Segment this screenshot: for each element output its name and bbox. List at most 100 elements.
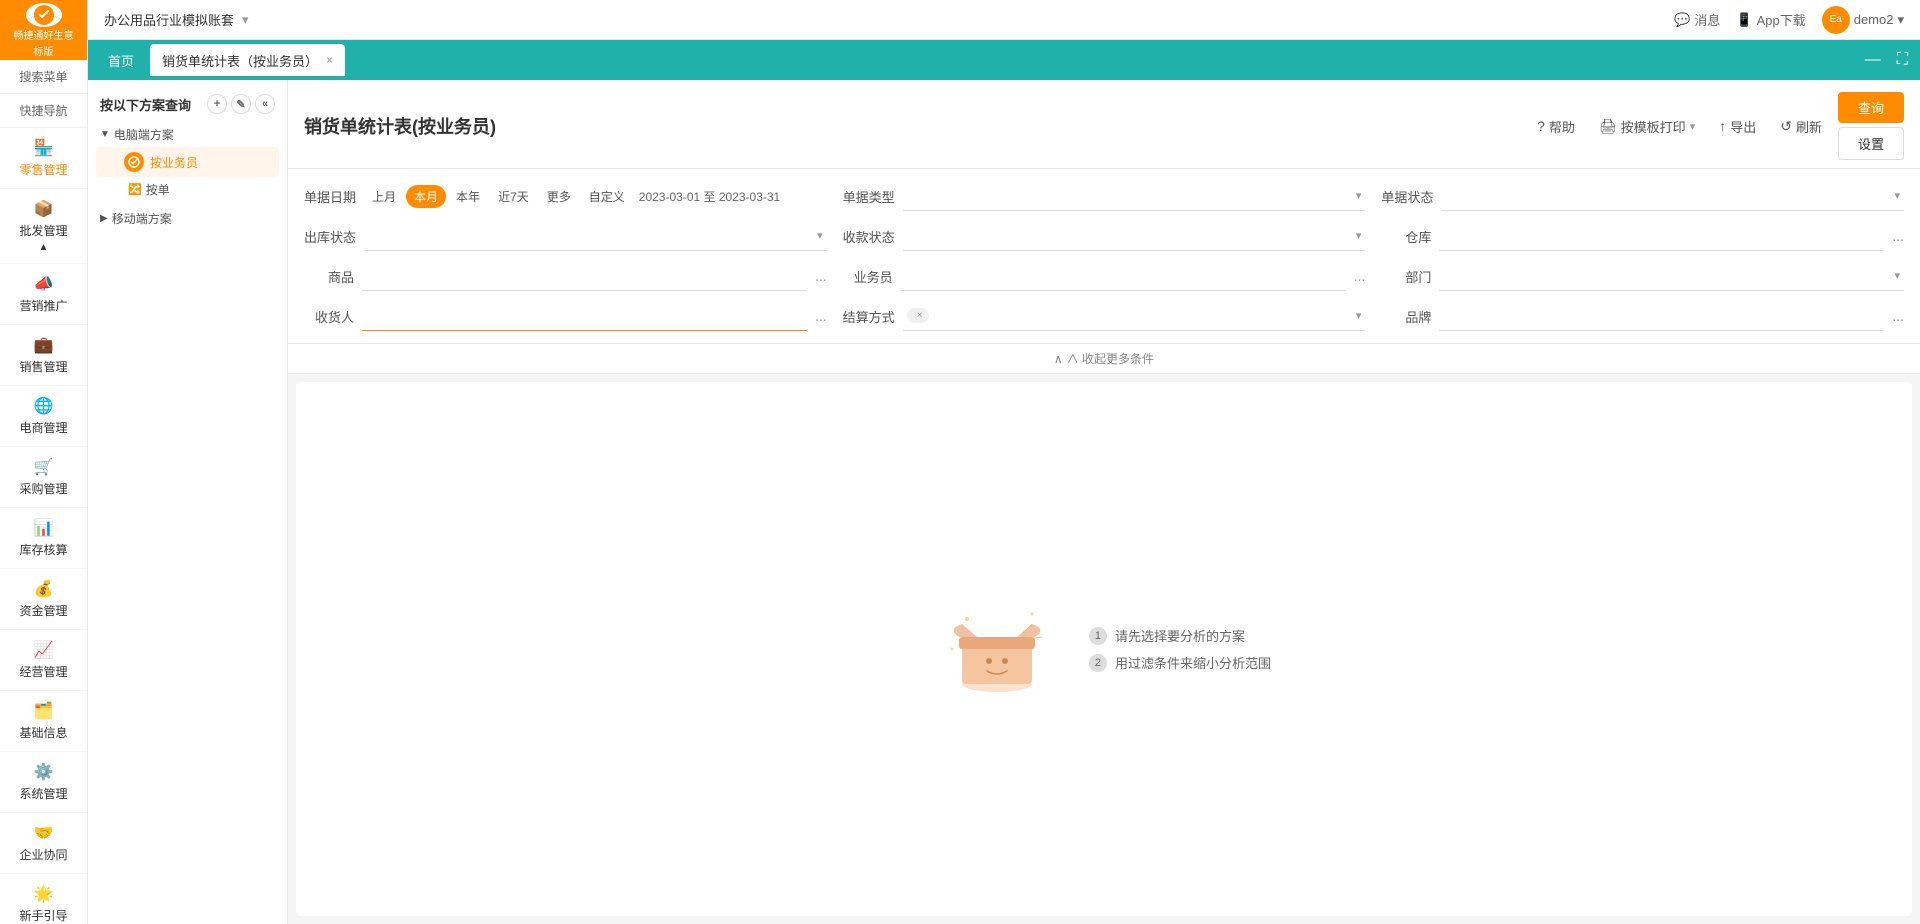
page-header: 销货单统计表(按业务员) ? 帮助 🖨 按模板打印 ▾ ↑ 导出 bbox=[288, 80, 1920, 169]
salesperson-input[interactable] bbox=[901, 261, 1346, 291]
sidebar-item-ecommerce[interactable]: 🌐 电商管理 bbox=[0, 386, 87, 447]
filter-item-warehouse: 仓库 ... bbox=[1381, 221, 1904, 251]
date-this-month-btn[interactable]: 本月 bbox=[406, 185, 446, 208]
payment-status-select[interactable]: ▾ bbox=[903, 221, 1366, 251]
step-num-2: 2 bbox=[1089, 654, 1107, 672]
payment-method-arrow-icon: ▾ bbox=[1356, 309, 1362, 322]
tree-child-salesperson[interactable]: 按业务员 bbox=[96, 147, 279, 177]
setting-button[interactable]: 设置 bbox=[1838, 127, 1904, 160]
sidebar-search-menu[interactable]: 搜索菜单 bbox=[0, 60, 87, 94]
department-select[interactable]: ▾ bbox=[1439, 261, 1904, 291]
filter-item-receiver: 收货人 ... bbox=[304, 301, 827, 331]
payment-tag-close-btn[interactable]: × bbox=[917, 310, 923, 321]
salesperson-dots-btn[interactable]: ... bbox=[1354, 268, 1366, 284]
avatar: Ea bbox=[1822, 6, 1850, 34]
tree-arrow-mobile-icon: ▶ bbox=[100, 213, 108, 224]
message-btn[interactable]: 💬 消息 bbox=[1674, 10, 1720, 29]
query-button[interactable]: 查询 bbox=[1838, 92, 1904, 123]
product-input[interactable] bbox=[362, 261, 807, 291]
date-this-year-btn[interactable]: 本年 bbox=[448, 185, 488, 208]
sidebar-item-finance[interactable]: 💰 资金管理 bbox=[0, 569, 87, 630]
filter-row-3: 商品 ... 业务员 ... 部门 ▾ bbox=[304, 261, 1904, 291]
receiver-label: 收货人 bbox=[304, 307, 354, 326]
sidebar-item-enterprise[interactable]: 🤝 企业协同 bbox=[0, 813, 87, 874]
tree-arrow-icon: ▼ bbox=[100, 129, 110, 140]
sidebar-quick-nav[interactable]: 快捷导航 bbox=[0, 94, 87, 128]
collapse-label: ∧ 收起更多条件 bbox=[1067, 350, 1154, 367]
empty-state-inner: 1 请先选择要分析的方案 2 用过滤条件来缩小分析范围 bbox=[937, 599, 1271, 699]
sidebar-item-wholesale[interactable]: 📦 批发管理 ▲ bbox=[0, 189, 87, 264]
tree-child-label-active: 按业务员 bbox=[150, 154, 198, 171]
app-download-btn[interactable]: 📱 App下载 bbox=[1736, 10, 1805, 29]
user-avatar-btn[interactable]: Ea demo2 ▾ bbox=[1822, 6, 1904, 34]
panel-header-actions: + ✎ « bbox=[207, 94, 275, 114]
date-custom-btn[interactable]: 自定义 bbox=[581, 185, 633, 208]
product-dots-btn[interactable]: ... bbox=[815, 268, 827, 284]
topbar: 办公用品行业模拟账套 ▾ 💬 消息 📱 App下载 Ea demo2 ▾ bbox=[88, 0, 1920, 40]
filter-item-docstatus: 单据状态 ▾ bbox=[1381, 181, 1904, 211]
docstatus-select[interactable]: ▾ bbox=[1441, 181, 1904, 211]
receiver-dots-btn[interactable]: ... bbox=[815, 308, 827, 324]
date-label: 单据日期 bbox=[304, 187, 356, 206]
tree-parent-mobile[interactable]: ▶ 移动端方案 bbox=[96, 206, 279, 231]
payment-method-select[interactable]: × ▾ bbox=[903, 301, 1366, 331]
marketing-icon: 📣 bbox=[34, 274, 54, 294]
doctype-select[interactable]: ▾ bbox=[903, 181, 1366, 211]
receiver-input[interactable] bbox=[362, 301, 807, 331]
payment-method-tag: × bbox=[907, 308, 929, 323]
sidebar-item-purchase[interactable]: 🛒 采购管理 bbox=[0, 447, 87, 508]
date-more-btn[interactable]: 更多 bbox=[539, 185, 579, 208]
tabbar-actions: — ⛶ bbox=[1861, 47, 1912, 73]
collapse-bar[interactable]: ∧ ∧ 收起更多条件 bbox=[288, 344, 1920, 374]
export-icon: ↑ bbox=[1719, 118, 1726, 134]
export-btn[interactable]: ↑ 导出 bbox=[1711, 113, 1764, 140]
brand-input[interactable] bbox=[1439, 301, 1884, 331]
logo-subtext: 标版 bbox=[34, 43, 54, 58]
print-dropdown-icon: ▾ bbox=[1690, 120, 1696, 133]
refresh-btn[interactable]: ↺ 刷新 bbox=[1772, 113, 1830, 140]
sidebar-item-newuser[interactable]: 🌟 新手引导 bbox=[0, 874, 87, 924]
step-num-1: 1 bbox=[1089, 627, 1107, 645]
empty-steps: 1 请先选择要分析的方案 2 用过滤条件来缩小分析范围 bbox=[1089, 626, 1271, 672]
inventory-icon: 📊 bbox=[34, 518, 54, 538]
retail-icon: 🏪 bbox=[34, 138, 54, 158]
help-btn[interactable]: ? 帮助 bbox=[1529, 113, 1583, 140]
empty-step-1: 1 请先选择要分析的方案 bbox=[1089, 626, 1271, 645]
date-last7-btn[interactable]: 近7天 bbox=[490, 185, 537, 208]
tab-home[interactable]: 首页 bbox=[96, 44, 146, 76]
brand-dots-btn[interactable]: ... bbox=[1892, 308, 1904, 324]
sidebar-item-sales[interactable]: 💼 销售管理 bbox=[0, 325, 87, 386]
sidebar-item-retail[interactable]: 🏪 零售管理 bbox=[0, 128, 87, 189]
breadcrumb-dropdown-icon[interactable]: ▾ bbox=[242, 12, 249, 28]
panel-collapse-btn[interactable]: « bbox=[255, 94, 275, 114]
tree-sub-item-doc[interactable]: 🔀 按单 bbox=[96, 177, 279, 202]
sidebar-item-marketing[interactable]: 📣 营销推广 bbox=[0, 264, 87, 325]
panel-add-btn[interactable]: + bbox=[207, 94, 227, 114]
tab-close-btn[interactable]: × bbox=[326, 53, 333, 67]
date-prev-month-btn[interactable]: 上月 bbox=[364, 185, 404, 208]
print-btn[interactable]: 🖨 按模板打印 ▾ bbox=[1591, 113, 1703, 140]
tab-minimize-btn[interactable]: — bbox=[1861, 47, 1885, 73]
warehouse-input[interactable] bbox=[1439, 221, 1884, 251]
empty-illustration bbox=[937, 599, 1057, 699]
empty-step-2: 2 用过滤条件来缩小分析范围 bbox=[1089, 653, 1271, 672]
stock-status-select[interactable]: ▾ bbox=[364, 221, 827, 251]
tree-section-computer: ▼ 电脑端方案 按业务员 🔀 按单 bbox=[88, 122, 287, 202]
tree-label-mobile: 移动端方案 bbox=[112, 210, 172, 227]
warehouse-dots-btn[interactable]: ... bbox=[1892, 228, 1904, 244]
sidebar-item-operation[interactable]: 📈 经营管理 bbox=[0, 630, 87, 691]
filter-item-department: 部门 ▾ bbox=[1381, 261, 1904, 291]
sidebar-item-inventory[interactable]: 📊 库存核算 bbox=[0, 508, 87, 569]
topbar-right: 💬 消息 📱 App下载 Ea demo2 ▾ bbox=[1674, 6, 1904, 34]
panel-title: 按以下方案查询 bbox=[100, 95, 191, 114]
purchase-icon: 🛒 bbox=[34, 457, 54, 477]
sidebar-item-system[interactable]: ⚙️ 系统管理 bbox=[0, 752, 87, 813]
sidebar-item-basic[interactable]: 🗂️ 基础信息 bbox=[0, 691, 87, 752]
tree-parent-computer[interactable]: ▼ 电脑端方案 bbox=[96, 122, 279, 147]
filter-item-payment-method: 结算方式 × ▾ bbox=[843, 301, 1366, 331]
tree-label-computer: 电脑端方案 bbox=[114, 126, 174, 143]
tab-active[interactable]: 销货单统计表（按业务员） × bbox=[150, 44, 345, 76]
tab-maximize-btn[interactable]: ⛶ bbox=[1893, 47, 1912, 73]
sidebar: 畅捷通好生意 标版 搜索菜单 快捷导航 🏪 零售管理 📦 批发管理 ▲ 📣 营销… bbox=[0, 0, 88, 924]
panel-edit-btn[interactable]: ✎ bbox=[231, 94, 251, 114]
